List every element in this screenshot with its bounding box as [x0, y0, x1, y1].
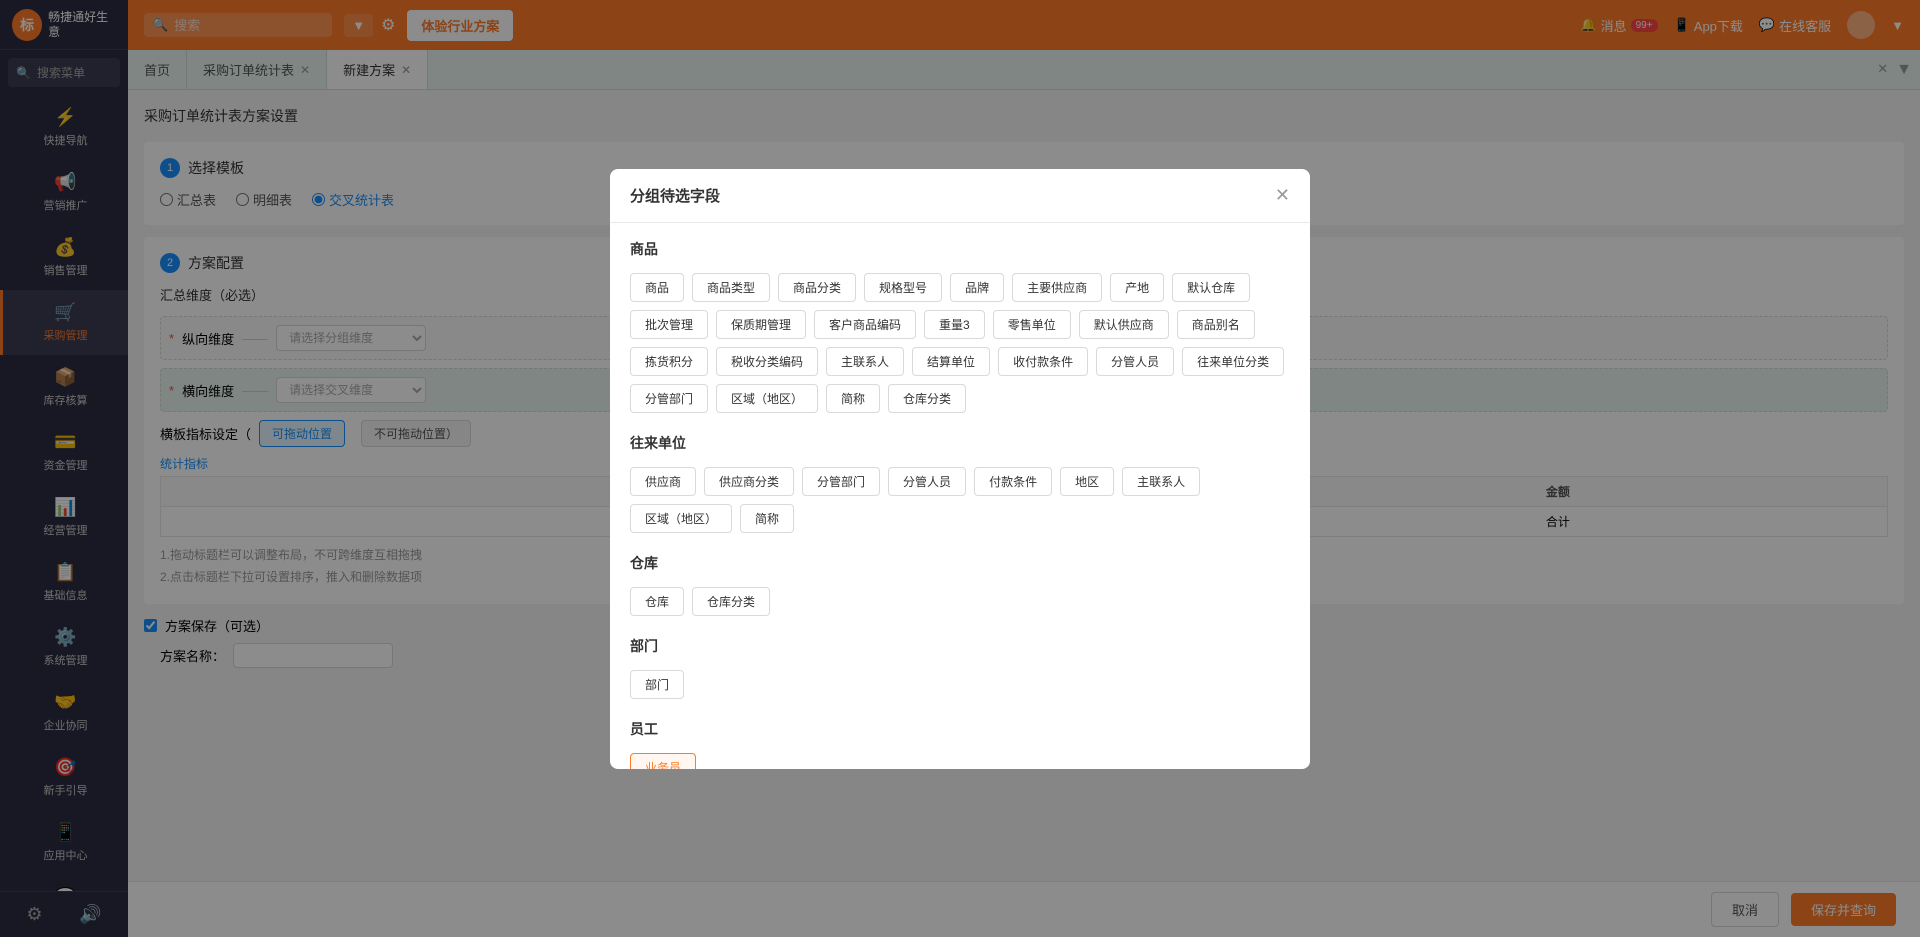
field-tag-供应商分类[interactable]: 供应商分类 [704, 467, 794, 496]
field-section-title-staff: 员工 [630, 719, 1290, 743]
field-tag-重量3[interactable]: 重量3 [924, 310, 985, 339]
field-tag-结算单位[interactable]: 结算单位 [912, 347, 990, 376]
field-tag-简称[interactable]: 简称 [826, 384, 880, 413]
field-tag-仓库分类[interactable]: 仓库分类 [692, 587, 770, 616]
field-tag-商品[interactable]: 商品 [630, 273, 684, 302]
field-tag-业务员[interactable]: 业务员 [630, 753, 696, 769]
field-tag-地区[interactable]: 地区 [1060, 467, 1114, 496]
field-tags-warehouse: 仓库仓库分类 [630, 587, 1290, 616]
field-tag-零售单位[interactable]: 零售单位 [993, 310, 1071, 339]
field-tag-区域（地区）[interactable]: 区域（地区） [630, 504, 732, 533]
field-tag-部门[interactable]: 部门 [630, 670, 684, 699]
field-section-staff: 员工业务员 [630, 719, 1290, 769]
field-tag-主要供应商[interactable]: 主要供应商 [1012, 273, 1102, 302]
field-tag-品牌[interactable]: 品牌 [950, 273, 1004, 302]
modal-close-icon[interactable]: ✕ [1275, 185, 1290, 206]
field-tag-保质期管理[interactable]: 保质期管理 [716, 310, 806, 339]
field-tag-默认仓库[interactable]: 默认仓库 [1172, 273, 1250, 302]
field-section-department: 部门部门 [630, 636, 1290, 699]
field-tag-收付款条件[interactable]: 收付款条件 [998, 347, 1088, 376]
field-tags-staff: 业务员 [630, 753, 1290, 769]
field-tag-区域（地区）[interactable]: 区域（地区） [716, 384, 818, 413]
modal-overlay: 分组待选字段 ✕ 商品商品商品类型商品分类规格型号品牌主要供应商产地默认仓库批次… [0, 0, 1920, 937]
field-section-warehouse: 仓库仓库仓库分类 [630, 553, 1290, 616]
field-section-title-partner: 往来单位 [630, 433, 1290, 457]
field-tag-分管部门[interactable]: 分管部门 [802, 467, 880, 496]
field-section-title-warehouse: 仓库 [630, 553, 1290, 577]
field-section-title-department: 部门 [630, 636, 1290, 660]
field-tag-税收分类编码[interactable]: 税收分类编码 [716, 347, 818, 376]
field-section-partner: 往来单位供应商供应商分类分管部门分管人员付款条件地区主联系人区域（地区） 简称 [630, 433, 1290, 533]
field-tags-department: 部门 [630, 670, 1290, 699]
field-tags-product: 商品商品类型商品分类规格型号品牌主要供应商产地默认仓库批次管理保质期管理客户商品… [630, 273, 1290, 413]
field-tag-商品分类[interactable]: 商品分类 [778, 273, 856, 302]
field-tag-客户商品编码[interactable]: 客户商品编码 [814, 310, 916, 339]
modal-dialog: 分组待选字段 ✕ 商品商品商品类型商品分类规格型号品牌主要供应商产地默认仓库批次… [610, 169, 1310, 769]
field-tag-仓库[interactable]: 仓库 [630, 587, 684, 616]
field-tag-商品类型[interactable]: 商品类型 [692, 273, 770, 302]
field-tag-分管部门[interactable]: 分管部门 [630, 384, 708, 413]
field-tag-批次管理[interactable]: 批次管理 [630, 310, 708, 339]
modal-title: 分组待选字段 [630, 185, 720, 206]
field-tag-供应商[interactable]: 供应商 [630, 467, 696, 496]
field-tag-付款条件[interactable]: 付款条件 [974, 467, 1052, 496]
field-tag-商品别名[interactable]: 商品别名 [1177, 310, 1255, 339]
field-section-title-product: 商品 [630, 239, 1290, 263]
field-tag-往来单位分类[interactable]: 往来单位分类 [1182, 347, 1284, 376]
field-tag-默认供应商[interactable]: 默认供应商 [1079, 310, 1169, 339]
field-tag-主联系人[interactable]: 主联系人 [826, 347, 904, 376]
field-tag-产地[interactable]: 产地 [1110, 273, 1164, 302]
field-tag-分管人员[interactable]: 分管人员 [1096, 347, 1174, 376]
field-tag-主联系人[interactable]: 主联系人 [1122, 467, 1200, 496]
field-tag-拣货积分[interactable]: 拣货积分 [630, 347, 708, 376]
modal-header: 分组待选字段 ✕ [610, 169, 1310, 223]
field-tag-仓库分类[interactable]: 仓库分类 [888, 384, 966, 413]
field-tag-规格型号[interactable]: 规格型号 [864, 273, 942, 302]
field-tags-partner: 供应商供应商分类分管部门分管人员付款条件地区主联系人区域（地区） 简称 [630, 467, 1290, 533]
field-tag-分管人员[interactable]: 分管人员 [888, 467, 966, 496]
field-tag-简称[interactable]: 简称 [740, 504, 794, 533]
modal-body[interactable]: 商品商品商品类型商品分类规格型号品牌主要供应商产地默认仓库批次管理保质期管理客户… [610, 223, 1310, 769]
field-section-product: 商品商品商品类型商品分类规格型号品牌主要供应商产地默认仓库批次管理保质期管理客户… [630, 239, 1290, 413]
